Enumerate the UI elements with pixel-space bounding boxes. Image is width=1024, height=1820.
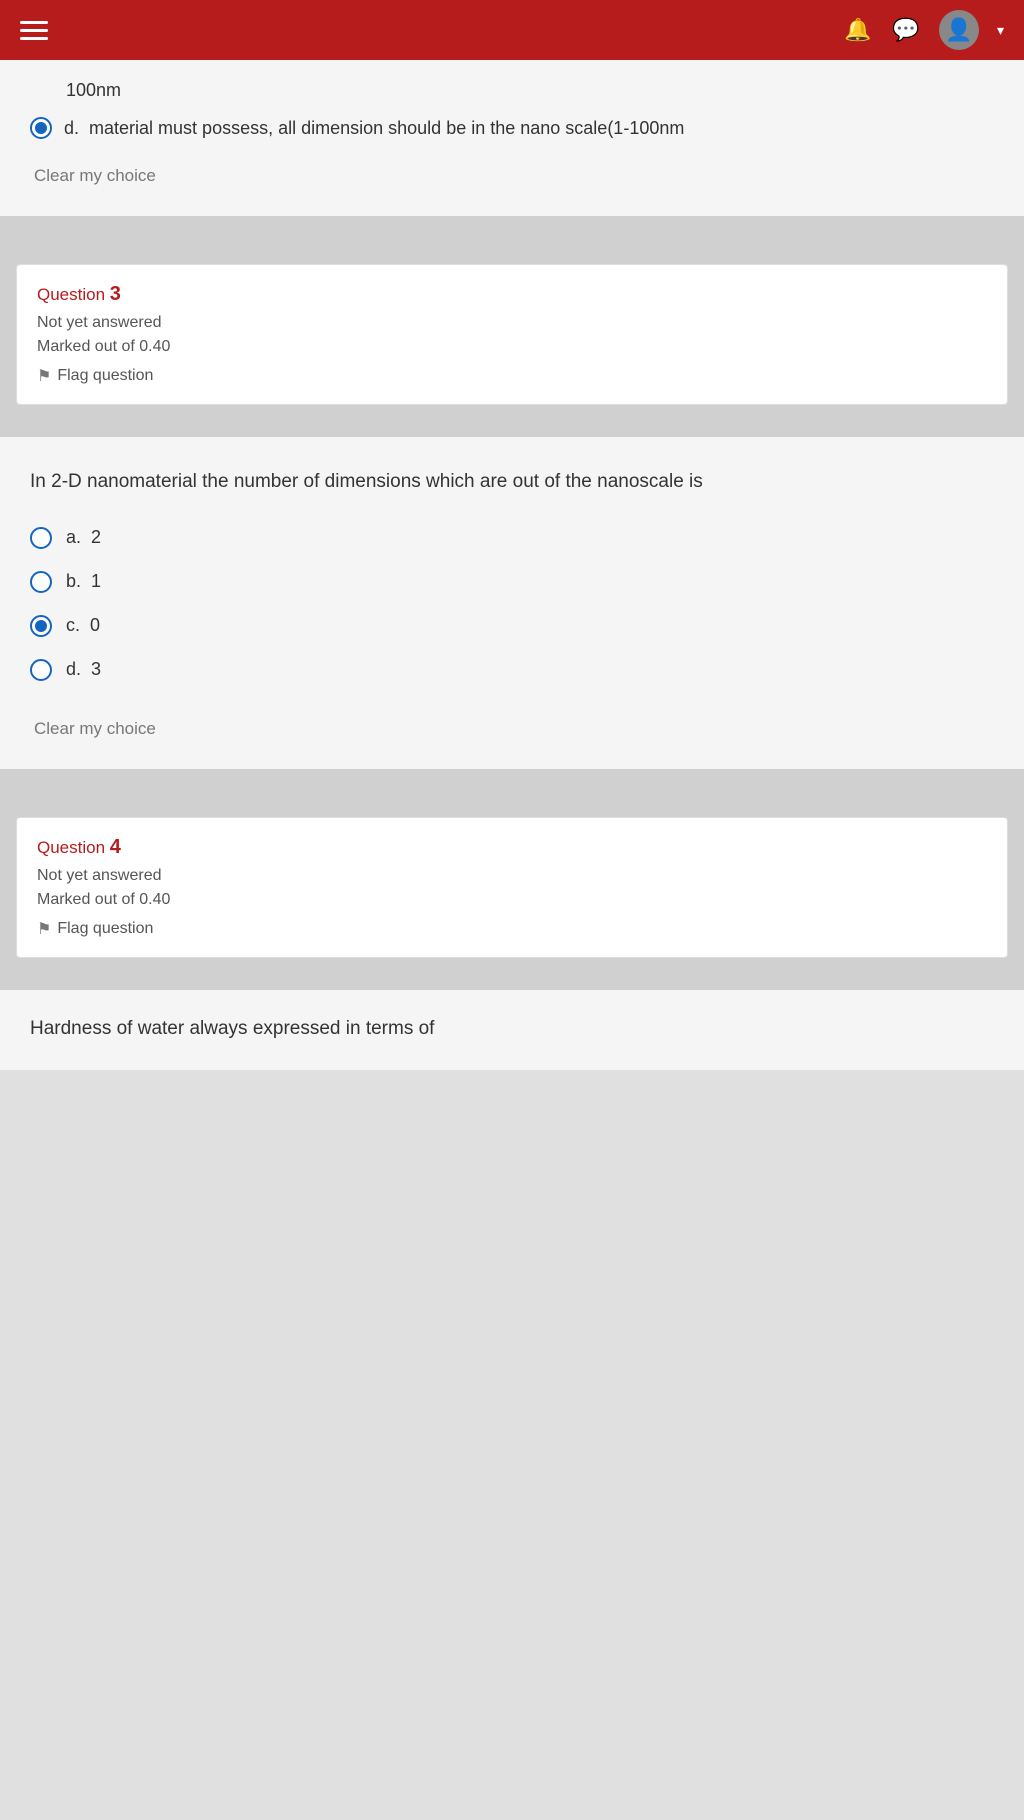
question3-option-b-label: b. 1 [66,571,101,592]
question3-body: In 2-D nanomaterial the number of dimens… [0,437,1024,769]
question4-text: Hardness of water always expressed in te… [30,1014,994,1044]
avatar[interactable]: 👤 [939,10,979,50]
question3-option-d-label: d. 3 [66,659,101,680]
prev-radio-d[interactable] [30,117,52,139]
gap-3 [0,785,1024,801]
prev-option-d-letter: d. [64,118,79,138]
main-content: 100nm d. material must possess, all dime… [0,60,1024,1070]
question3-option-d[interactable]: d. 3 [30,657,994,681]
question3-flag-label: Flag question [57,367,153,385]
question3-text: In 2-D nanomaterial the number of dimens… [30,467,994,497]
prev-radio-d-fill [35,122,47,134]
question4-marks: Marked out of 0.40 [37,891,987,909]
question4-body: Hardness of water always expressed in te… [0,990,1024,1070]
flag-icon: ⚑ [37,366,51,386]
question3-number: 3 [110,283,121,305]
prev-option-d-label: d. material must possess, all dimension … [64,115,994,142]
notification-icon[interactable]: 🔔 [843,15,873,45]
question3-option-c[interactable]: c. 0 [30,613,994,637]
question4-label: Question 4 [37,836,987,859]
hamburger-menu[interactable] [20,21,48,40]
question4-number: 4 [110,836,121,858]
prev-option-text-partial: 100nm [66,80,994,101]
question3-label: Question 3 [37,283,987,306]
question3-label-text: Question [37,285,105,304]
prev-clear-choice-link[interactable]: Clear my choice [34,166,156,186]
question3-radio-c-fill [35,620,47,632]
question3-option-a-label: a. 2 [66,527,101,548]
question3-option-a[interactable]: a. 2 [30,525,994,549]
question3-option-c-label: c. 0 [66,615,100,636]
gap-1 [0,232,1024,248]
question4-flag-label: Flag question [57,920,153,938]
question3-option-b[interactable]: b. 1 [30,569,994,593]
avatar-dropdown-arrow[interactable]: ▾ [997,22,1004,39]
question3-options-list: a. 2 b. 1 c. 0 d. 3 [30,525,994,681]
previous-question-answer-section: 100nm d. material must possess, all dime… [0,60,1024,216]
top-bar-actions: 🔔 💬 👤 ▾ [843,10,1004,50]
question3-marks: Marked out of 0.40 [37,338,987,356]
gap-2 [0,421,1024,437]
question4-info-card: Question 4 Not yet answered Marked out o… [16,817,1008,958]
hamburger-line-1 [20,21,48,24]
question3-radio-d[interactable] [30,659,52,681]
question4-flag[interactable]: ⚑ Flag question [37,919,987,939]
prev-option-d[interactable]: d. material must possess, all dimension … [30,115,994,142]
question3-status: Not yet answered [37,314,987,332]
question3-radio-a[interactable] [30,527,52,549]
question4-flag-icon: ⚑ [37,919,51,939]
question3-flag[interactable]: ⚑ Flag question [37,366,987,386]
hamburger-line-3 [20,37,48,40]
question3-info-card: Question 3 Not yet answered Marked out o… [16,264,1008,405]
top-bar: 🔔 💬 👤 ▾ [0,0,1024,60]
question4-status: Not yet answered [37,867,987,885]
prev-option-d-text: material must possess, all dimension sho… [89,118,684,138]
gap-4 [0,974,1024,990]
question3-clear-choice-link[interactable]: Clear my choice [34,719,156,739]
question4-label-text: Question [37,838,105,857]
hamburger-line-2 [20,29,48,32]
question3-radio-c[interactable] [30,615,52,637]
question3-radio-b[interactable] [30,571,52,593]
chat-icon[interactable]: 💬 [891,15,921,45]
